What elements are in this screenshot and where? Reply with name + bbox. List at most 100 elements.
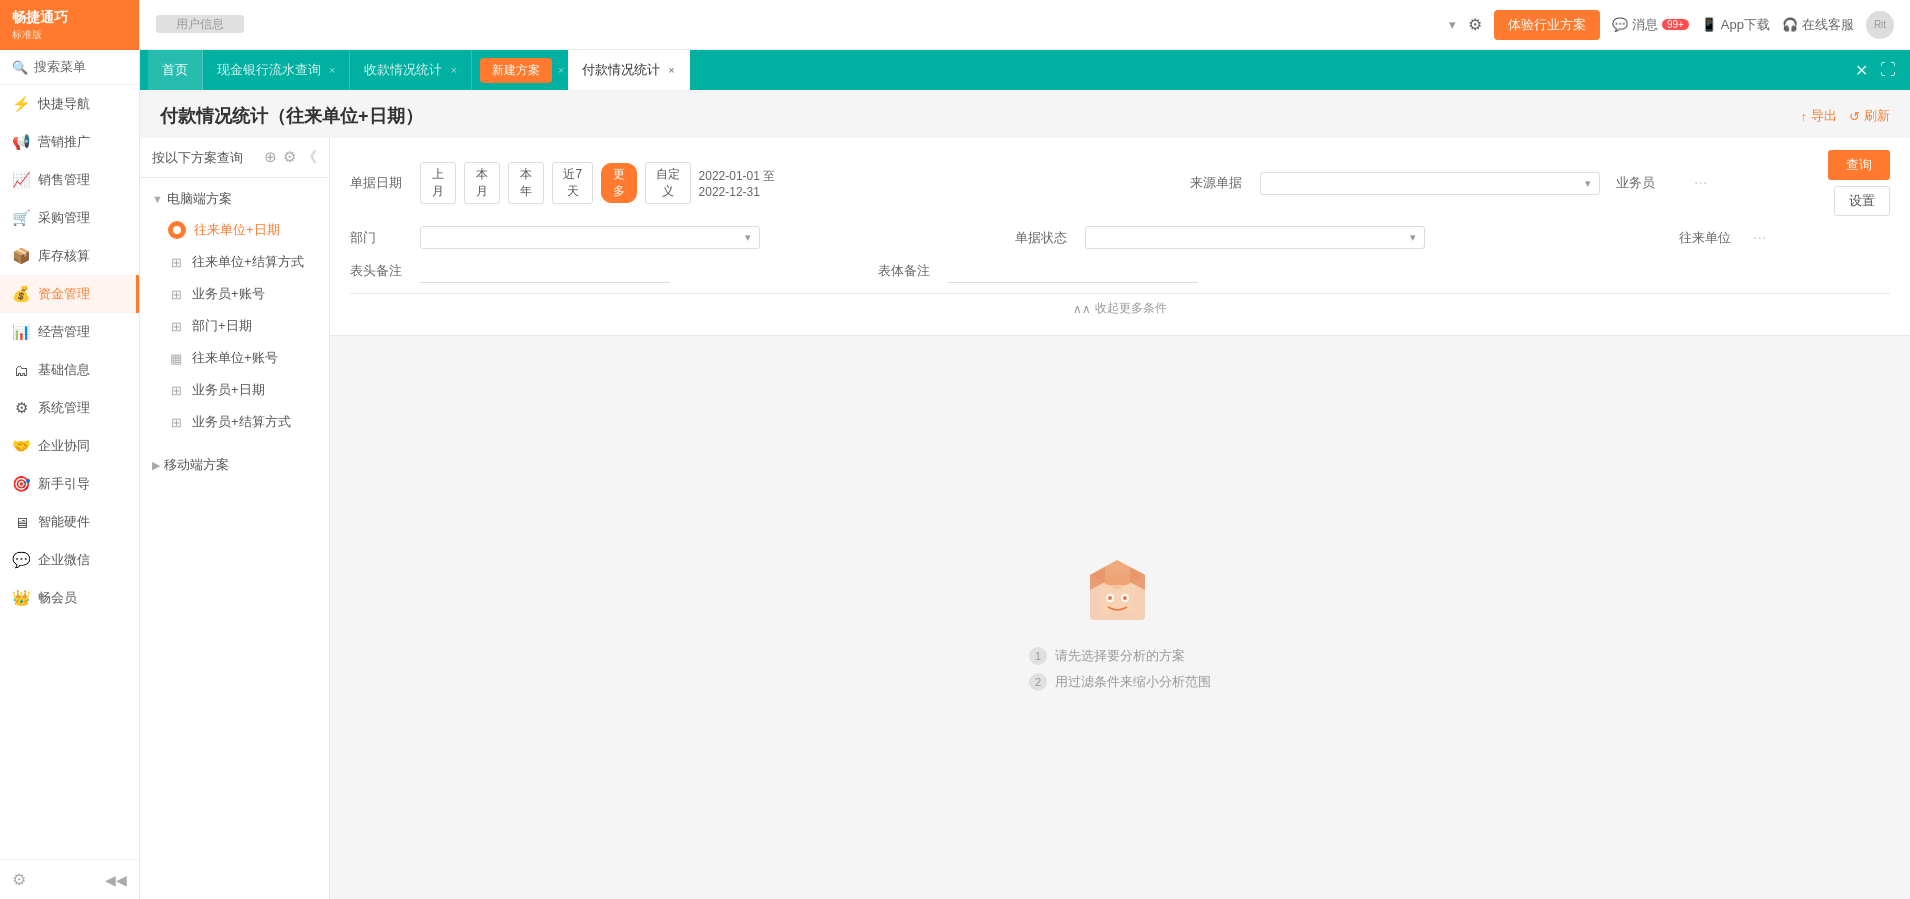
table-icon: ⊞: [168, 382, 184, 398]
svg-point-8: [1123, 596, 1127, 600]
step-1-num: 1: [1029, 647, 1047, 665]
new-scheme-btn[interactable]: 新建方案: [480, 58, 552, 83]
sidebar-item-finance[interactable]: 💰 资金管理: [0, 275, 139, 313]
tab-collection-stats-label: 收款情况统计: [364, 61, 442, 79]
sidebar: 畅捷通巧 标准版 🔍 搜索菜单 ⚡ 快捷导航 📢 营销推广 📈 销售管理 🛒 采…: [0, 0, 140, 899]
empty-state: 1 请先选择要分析的方案 2 用过滤条件来缩小分析范围: [330, 336, 1910, 899]
sidebar-item-operation[interactable]: 📊 经营管理: [0, 313, 139, 351]
table-body-note-label: 表体备注: [878, 262, 948, 280]
table-body-note-input[interactable]: [948, 259, 1198, 283]
sidebar-item-guide[interactable]: 🎯 新手引导: [0, 465, 139, 503]
desktop-group-header[interactable]: ▼ 电脑端方案: [140, 184, 329, 214]
quick-nav-icon: ⚡: [12, 95, 30, 113]
scheme-item-partner-account[interactable]: ▦ 往来单位+账号: [140, 342, 329, 374]
guide-icon: 🎯: [12, 475, 30, 493]
tab-payment-stats[interactable]: 付款情况统计 ×: [568, 50, 689, 90]
more-date-btn[interactable]: 更多: [601, 163, 637, 203]
empty-step-1: 1 请先选择要分析的方案: [1029, 647, 1211, 665]
sidebar-item-system[interactable]: ⚙ 系统管理: [0, 389, 139, 427]
table-header-note-input[interactable]: [420, 259, 670, 283]
sidebar-item-marketing[interactable]: 📢 营销推广: [0, 123, 139, 161]
scheme-item-label: 部门+日期: [192, 317, 252, 335]
mobile-group-header[interactable]: ▶ 移动端方案: [140, 450, 329, 480]
side-panel-settings-btn[interactable]: ⚙: [283, 148, 296, 167]
table-icon: ⊞: [168, 286, 184, 302]
topbar: 用户信息 ▾ ⚙ 体验行业方案 💬 消息 99+ 📱 App下载 🎧 在线客服 …: [140, 0, 1910, 50]
last-7-days-btn[interactable]: 近7天: [552, 162, 593, 204]
online-service-btn[interactable]: 🎧 在线客服: [1782, 16, 1854, 34]
table-icon: ⊞: [168, 414, 184, 430]
sidebar-item-basic-info[interactable]: 🗂 基础信息: [0, 351, 139, 389]
wechat-icon: 💬: [12, 551, 30, 569]
sidebar-item-purchase[interactable]: 🛒 采购管理: [0, 199, 139, 237]
refresh-btn[interactable]: ↺ 刷新: [1849, 107, 1890, 125]
sidebar-item-label: 营销推广: [38, 133, 90, 151]
settings-btn[interactable]: 设置: [1834, 186, 1890, 216]
tab-bank-flow[interactable]: 现金银行流水查询 ×: [203, 50, 350, 90]
sidebar-item-member[interactable]: 👑 畅会员: [0, 579, 139, 617]
tab-payment-stats-close[interactable]: ×: [668, 64, 674, 76]
sidebar-item-hardware[interactable]: 🖥 智能硬件: [0, 503, 139, 541]
collapse-label: 收起更多条件: [1095, 300, 1167, 317]
svg-point-7: [1108, 596, 1112, 600]
app-download-icon: 📱: [1701, 17, 1717, 32]
sidebar-item-label: 智能硬件: [38, 513, 90, 531]
group-expand-icon: ▼: [152, 193, 163, 205]
partner-dots[interactable]: ···: [1749, 229, 1770, 247]
voucher-status-select[interactable]: ▾: [1085, 226, 1425, 249]
sidebar-item-collab[interactable]: 🤝 企业协同: [0, 427, 139, 465]
scheme-item-label: 业务员+日期: [192, 381, 265, 399]
sidebar-item-label: 新手引导: [38, 475, 90, 493]
table-icon: ⊞: [168, 254, 184, 270]
salesman-dots[interactable]: ···: [1690, 174, 1711, 192]
tab-collection-stats[interactable]: 收款情况统计 ×: [350, 50, 471, 90]
export-icon: ↑: [1801, 109, 1808, 124]
avatar-placeholder: Rit: [1874, 19, 1886, 30]
tab-collection-stats-close[interactable]: ×: [450, 64, 456, 76]
scheme-item-dept-date[interactable]: ⊞ 部门+日期: [140, 310, 329, 342]
custom-date-btn[interactable]: 自定义: [645, 162, 690, 204]
collapse-sidebar-icon[interactable]: ◀◀: [105, 872, 127, 888]
search-icon: 🔍: [12, 60, 28, 75]
split-pane: 按以下方案查询 ⊕ ⚙ 《 ▼ 电脑端方案: [140, 138, 1910, 899]
scheme-item-salesman-settlement[interactable]: ⊞ 业务员+结算方式: [140, 406, 329, 438]
tab-new-scheme-close[interactable]: ×: [558, 64, 564, 76]
search-menu[interactable]: 🔍 搜索菜单: [0, 50, 139, 85]
user-avatar[interactable]: Rit: [1866, 11, 1894, 39]
settings-icon[interactable]: ⚙: [12, 870, 26, 889]
this-year-btn[interactable]: 本年: [508, 162, 544, 204]
side-panel-add-btn[interactable]: ⊕: [264, 148, 277, 167]
tab-expand-btn[interactable]: ⛶: [1874, 61, 1902, 79]
main-area: 用户信息 ▾ ⚙ 体验行业方案 💬 消息 99+ 📱 App下载 🎧 在线客服 …: [140, 0, 1910, 899]
tab-bank-flow-close[interactable]: ×: [329, 64, 335, 76]
sidebar-item-quick-nav[interactable]: ⚡ 快捷导航: [0, 85, 139, 123]
export-btn[interactable]: ↑ 导出: [1801, 107, 1838, 125]
query-btn[interactable]: 查询: [1828, 150, 1890, 180]
this-month-btn[interactable]: 本月: [464, 162, 500, 204]
dept-select[interactable]: ▾: [420, 226, 760, 249]
scheme-item-partner-settlement[interactable]: ⊞ 往来单位+结算方式: [140, 246, 329, 278]
app-download-btn[interactable]: 📱 App下载: [1701, 16, 1770, 34]
scheme-item-salesman-date[interactable]: ⊞ 业务员+日期: [140, 374, 329, 406]
user-info: 用户信息: [156, 16, 1437, 33]
collapse-conditions-btn[interactable]: ∧∧ 收起更多条件: [350, 293, 1890, 323]
sidebar-item-sales[interactable]: 📈 销售管理: [0, 161, 139, 199]
scheme-item-partner-date[interactable]: 往来单位+日期: [140, 214, 329, 246]
tab-close-all-btn[interactable]: ✕: [1849, 61, 1874, 80]
select-arrow-icon: ▾: [745, 231, 751, 244]
side-panel-collapse-btn[interactable]: 《: [302, 148, 317, 167]
side-panel-header-label: 按以下方案查询: [152, 149, 243, 167]
tab-payment-stats-label: 付款情况统计: [582, 61, 660, 79]
topbar-settings-icon[interactable]: ⚙: [1468, 15, 1482, 34]
sidebar-item-inventory[interactable]: 📦 库存核算: [0, 237, 139, 275]
sidebar-item-label: 库存核算: [38, 247, 90, 265]
tab-home[interactable]: 首页: [148, 50, 203, 90]
messages-btn[interactable]: 💬 消息 99+: [1612, 16, 1689, 34]
last-month-btn[interactable]: 上月: [420, 162, 456, 204]
scheme-item-salesman-account[interactable]: ⊞ 业务员+账号: [140, 278, 329, 310]
mobile-scheme-group: ▶ 移动端方案: [140, 444, 329, 486]
voucher-source-select[interactable]: ▾: [1260, 172, 1600, 195]
topbar-dropdown-arrow[interactable]: ▾: [1449, 17, 1456, 32]
sidebar-item-wechat[interactable]: 💬 企业微信: [0, 541, 139, 579]
industry-btn[interactable]: 体验行业方案: [1494, 10, 1600, 40]
